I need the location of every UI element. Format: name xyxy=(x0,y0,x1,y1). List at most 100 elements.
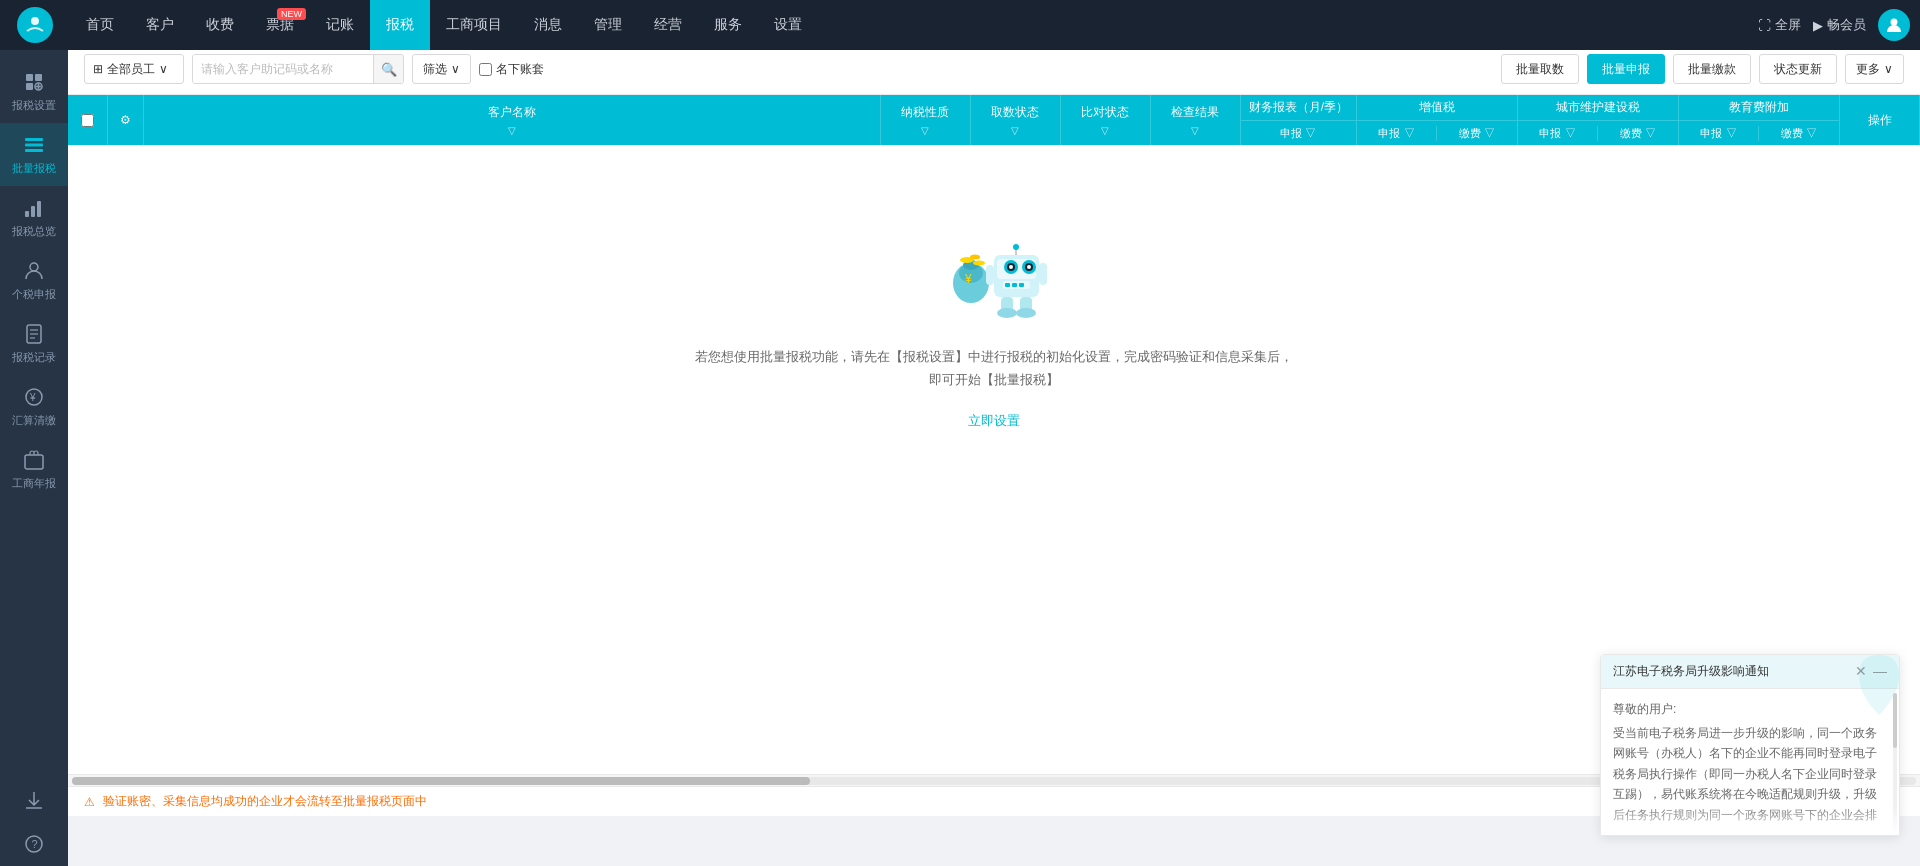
header-actions: 操作 xyxy=(1840,95,1920,145)
sidebar-label-personal-tax: 个税申报 xyxy=(12,287,56,302)
sidebar-label-tax-record: 报税记录 xyxy=(12,350,56,365)
header-fetch-status: 取数状态 ▽ xyxy=(971,95,1061,145)
fullscreen-button[interactable]: ⛶ 全屏 xyxy=(1758,16,1801,34)
nav-service[interactable]: 服务 xyxy=(698,0,758,50)
nav-message[interactable]: 消息 xyxy=(518,0,578,50)
header-check-result: 检查结果 ▽ xyxy=(1151,95,1241,145)
sidebar-item-tax-overview[interactable]: 报税总览 xyxy=(0,186,68,249)
header-settings-cell[interactable]: ⚙ xyxy=(108,95,144,145)
header-group-education: 教育费附加 申报 ▽ 缴费 ▽ xyxy=(1679,95,1840,145)
nav-home[interactable]: 首页 xyxy=(70,0,130,50)
nav-bookkeeping[interactable]: 记账 xyxy=(310,0,370,50)
annual-report-icon xyxy=(22,448,46,472)
batch-declare-button[interactable]: 批量申报 xyxy=(1587,54,1665,84)
account-checkbox[interactable] xyxy=(479,63,492,76)
sidebar-item-batch-tax[interactable]: 批量报税 xyxy=(0,123,68,186)
header-compare-status: 比对状态 ▽ xyxy=(1061,95,1151,145)
sidebar-item-download[interactable] xyxy=(0,778,68,822)
settlement-icon: ¥ xyxy=(22,385,46,409)
warning-text: 验证账密、采集信息均成功的企业才会流转至批量报税页面中 xyxy=(103,793,427,810)
warning-icon: ⚠ xyxy=(84,795,95,809)
empty-state: ¥ xyxy=(68,145,1920,490)
robot-illustration: ¥ xyxy=(929,205,1059,325)
personal-tax-icon xyxy=(22,259,46,283)
notification-scrollbar-thumb xyxy=(1893,693,1897,748)
more-button[interactable]: 更多 ∨ xyxy=(1845,54,1904,84)
svg-rect-41 xyxy=(1005,283,1010,287)
tax-overview-icon xyxy=(22,196,46,220)
batch-fetch-button[interactable]: 批量取数 xyxy=(1501,54,1579,84)
svg-rect-11 xyxy=(25,211,29,217)
download-icon xyxy=(22,788,46,812)
filter-icon-compare[interactable]: ▽ xyxy=(1101,125,1109,136)
employees-icon: ⊞ xyxy=(93,62,103,76)
nav-client[interactable]: 客户 xyxy=(130,0,190,50)
nav-menu: 首页 客户 收费 票据 NEW 记账 报税 工商项目 消息 管理 经营 服务 设… xyxy=(70,0,1758,50)
svg-rect-21 xyxy=(25,455,43,469)
header-urban-pay: 缴费 ▽ xyxy=(1598,126,1678,141)
nav-business[interactable]: 工商项目 xyxy=(430,0,518,50)
svg-point-31 xyxy=(973,261,985,266)
nav-fee[interactable]: 收费 xyxy=(190,0,250,50)
search-wrap: 🔍 xyxy=(192,54,404,84)
filter-button[interactable]: 筛选 ∨ xyxy=(412,54,471,84)
svg-rect-9 xyxy=(25,144,43,147)
header-group-financial: 财务报表（月/季） 申报 ▽ xyxy=(1241,95,1357,145)
sidebar-item-settlement[interactable]: ¥ 汇算清缴 xyxy=(0,375,68,438)
dropdown-icon: ∨ xyxy=(159,62,168,76)
svg-text:¥: ¥ xyxy=(964,272,972,286)
account-checkbox-label[interactable]: 名下账套 xyxy=(479,61,544,78)
sidebar-label-settlement: 汇算清缴 xyxy=(12,413,56,428)
nav-settings[interactable]: 设置 xyxy=(758,0,818,50)
setup-link[interactable]: 立即设置 xyxy=(968,412,1020,430)
select-all-checkbox[interactable] xyxy=(81,114,94,127)
notification-scrollbar[interactable] xyxy=(1893,693,1897,831)
svg-point-39 xyxy=(1027,265,1031,269)
svg-point-45 xyxy=(1013,244,1019,250)
sidebar-item-tax-settings[interactable]: 报税设置 xyxy=(0,60,68,123)
nav-operation[interactable]: 经营 xyxy=(638,0,698,50)
help-icon: ? xyxy=(22,832,46,856)
toolbar-left: ⊞ 全部员工 ∨ 🔍 筛选 ∨ 名下账套 xyxy=(84,54,1493,84)
filter-chevron-icon: ∨ xyxy=(451,62,460,76)
employee-select[interactable]: ⊞ 全部员工 ∨ xyxy=(84,54,184,84)
filter-icon-fetch[interactable]: ▽ xyxy=(1011,125,1019,136)
header-urban-declare: 申报 ▽ xyxy=(1518,126,1598,141)
svg-point-1 xyxy=(1891,19,1898,26)
nav-invoice[interactable]: 票据 NEW xyxy=(250,0,310,50)
header-edu-declare: 申报 ▽ xyxy=(1679,126,1759,141)
nav-management[interactable]: 管理 xyxy=(578,0,638,50)
scrollbar-thumb[interactable] xyxy=(72,777,810,785)
user-avatar[interactable] xyxy=(1878,9,1910,41)
search-button[interactable]: 🔍 xyxy=(373,54,403,84)
membership-icon: ▶ xyxy=(1813,18,1823,33)
status-update-button[interactable]: 状态更新 xyxy=(1759,54,1837,84)
notification-content: 受当前电子税务局进一步升级的影响，同一个政务网账号（办税人）名下的企业不能再同时… xyxy=(1613,723,1887,825)
sidebar-item-tax-record[interactable]: 报税记录 xyxy=(0,312,68,375)
nav-tax[interactable]: 报税 xyxy=(370,0,430,50)
sidebar-label-tax-overview: 报税总览 xyxy=(12,224,56,239)
sidebar-item-help[interactable]: ? xyxy=(0,822,68,866)
sidebar-item-personal-tax[interactable]: 个税申报 xyxy=(0,249,68,312)
nav-right-actions: ⛶ 全屏 ▶ 畅会员 xyxy=(1758,9,1910,41)
svg-rect-46 xyxy=(1039,263,1047,285)
sidebar-item-annual-report[interactable]: 工商年报 xyxy=(0,438,68,501)
svg-rect-42 xyxy=(1012,283,1017,287)
svg-point-51 xyxy=(1016,308,1036,318)
svg-rect-4 xyxy=(26,83,33,90)
app-logo[interactable] xyxy=(10,7,60,43)
empty-message: 若您想使用批量报税功能，请先在【报税设置】中进行报税的初始化设置，完成密码验证和… xyxy=(694,345,1294,392)
sidebar-label-annual-report: 工商年报 xyxy=(12,476,56,491)
filter-icon-customer[interactable]: ▽ xyxy=(508,125,516,136)
filter-icon-check[interactable]: ▽ xyxy=(1191,125,1199,136)
svg-text:?: ? xyxy=(32,838,38,850)
filter-icon-tax-nature[interactable]: ▽ xyxy=(921,125,929,136)
svg-point-36 xyxy=(1009,265,1013,269)
toolbar: ⊞ 全部员工 ∨ 🔍 筛选 ∨ 名下账套 批量取数 批量申报 批量缴款 xyxy=(68,44,1920,95)
svg-point-14 xyxy=(30,263,38,271)
batch-pay-button[interactable]: 批量缴款 xyxy=(1673,54,1751,84)
svg-rect-10 xyxy=(25,149,43,152)
new-badge: NEW xyxy=(277,8,306,20)
membership-button[interactable]: ▶ 畅会员 xyxy=(1813,16,1866,34)
search-input[interactable] xyxy=(193,55,373,83)
